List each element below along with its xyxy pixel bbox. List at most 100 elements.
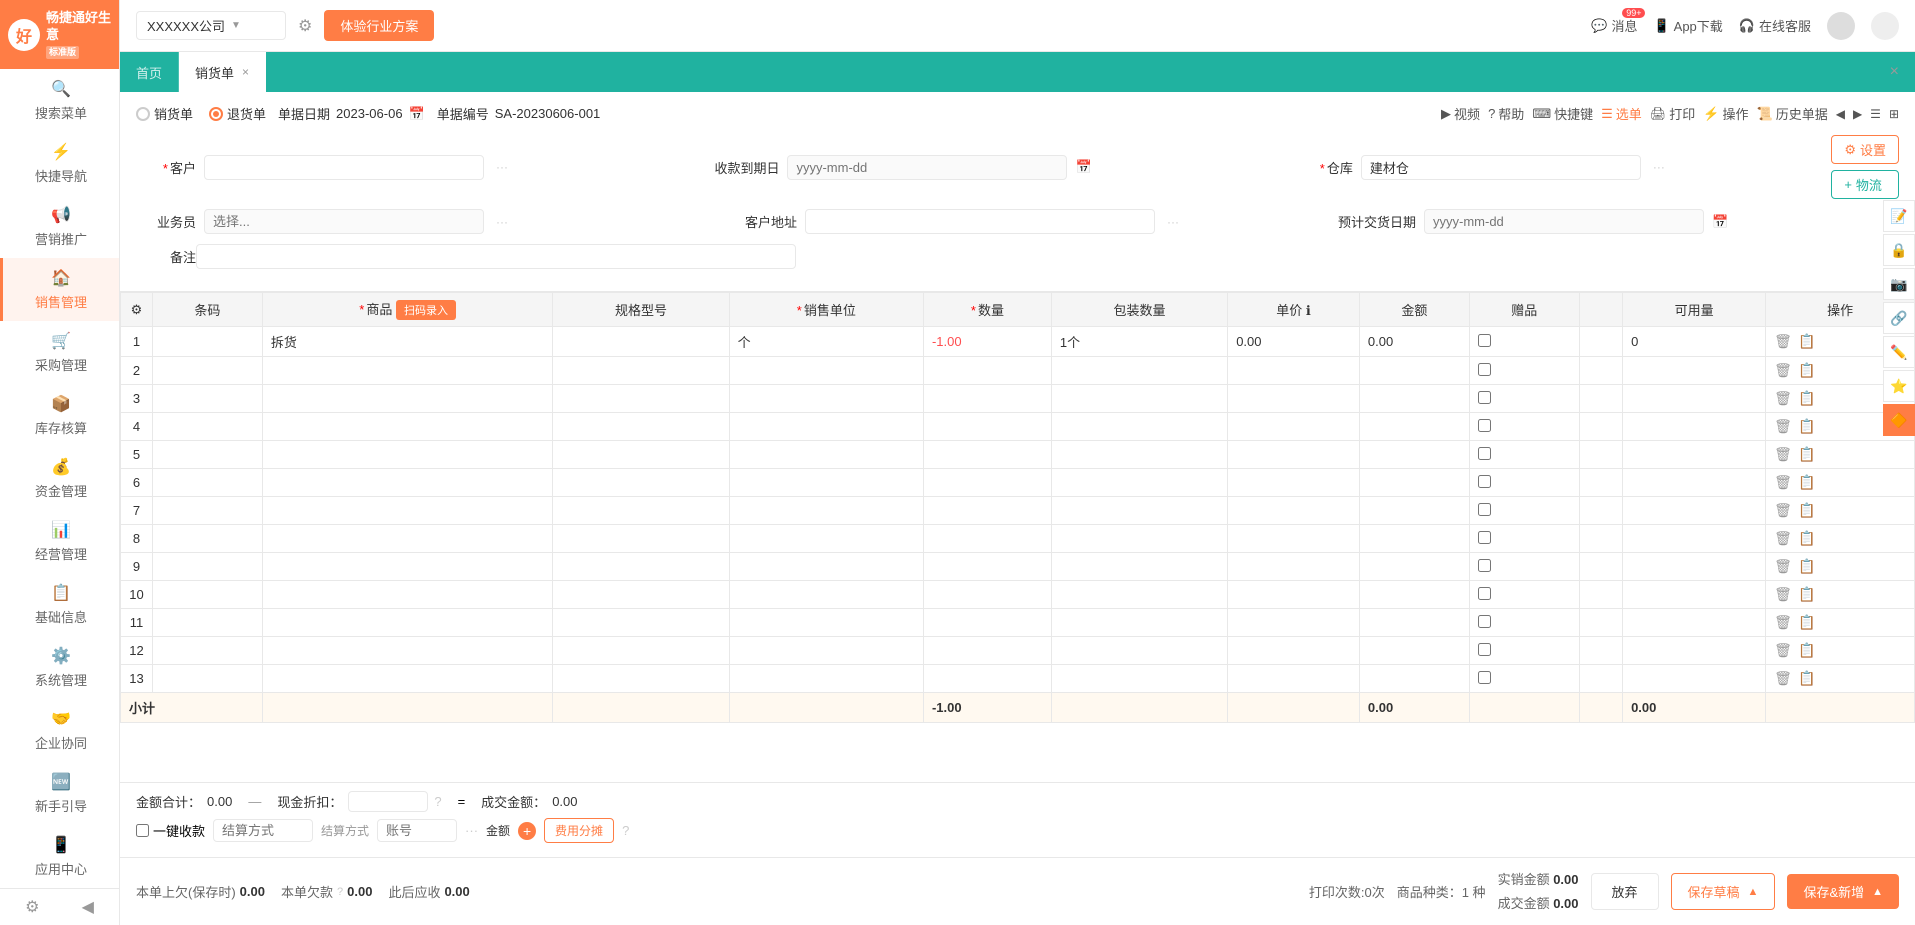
delete-row-icon[interactable]: 🗑 xyxy=(1774,418,1792,435)
add-payment-button[interactable]: + xyxy=(518,822,536,840)
message-button[interactable]: 💬 消息 99+ xyxy=(1591,16,1637,35)
copy-row-icon[interactable]: 📋 xyxy=(1798,586,1815,603)
sidebar-item-operations[interactable]: 📊 经营管理 xyxy=(0,510,119,573)
delete-row-icon[interactable]: 🗑 xyxy=(1774,614,1792,631)
one-click-pay-check[interactable] xyxy=(136,824,149,837)
sidebar-item-apps[interactable]: 📱 应用中心 xyxy=(0,825,119,888)
setting-button[interactable]: ⚙ 设置 xyxy=(1831,135,1899,164)
print-btn[interactable]: 🖨 打印 xyxy=(1650,104,1696,123)
float-note-btn[interactable]: 📝 xyxy=(1883,200,1915,232)
salesperson-input[interactable] xyxy=(204,209,484,234)
delete-row-icon[interactable]: 🗑 xyxy=(1774,530,1792,547)
save-new-button[interactable]: 保存&新增 ▲ xyxy=(1787,874,1899,909)
one-click-pay-checkbox[interactable]: 一键收款 xyxy=(136,821,205,840)
delete-row-icon[interactable]: 🗑 xyxy=(1774,642,1792,659)
float-star-btn[interactable]: ⭐ xyxy=(1883,370,1915,402)
expected-date-input[interactable] xyxy=(1424,209,1704,234)
customer-more-btn[interactable]: ··· xyxy=(496,160,508,174)
delete-row-icon[interactable]: 🗑 xyxy=(1774,502,1792,519)
calc-method-input[interactable] xyxy=(213,819,313,842)
warehouse-more-btn[interactable]: ··· xyxy=(1653,160,1665,174)
trial-button[interactable]: 体验行业方案 xyxy=(324,10,434,41)
delete-row-icon[interactable]: 🗑 xyxy=(1774,586,1792,603)
scan-button[interactable]: 扫码录入 xyxy=(396,300,456,320)
history-btn[interactable]: 📜 历史单据 xyxy=(1757,104,1828,123)
online-service-link[interactable]: 🎧 在线客服 xyxy=(1739,16,1811,35)
delete-row-icon[interactable]: 🗑 xyxy=(1774,446,1792,463)
copy-row-icon[interactable]: 📋 xyxy=(1798,418,1815,435)
sidebar-item-search[interactable]: 🔍 搜索菜单 xyxy=(0,69,119,132)
shortcut-btn[interactable]: ⌨ 快捷键 xyxy=(1532,104,1593,123)
select-btn[interactable]: ☰ 选单 xyxy=(1601,104,1642,123)
discount-input[interactable] xyxy=(348,791,428,812)
account-input[interactable] xyxy=(377,819,457,842)
customer-addr-input[interactable] xyxy=(805,209,1155,234)
tab-close-icon[interactable]: × xyxy=(242,65,249,79)
sidebar-item-finance[interactable]: 💰 资金管理 xyxy=(0,447,119,510)
due-date-input[interactable] xyxy=(787,155,1067,180)
delete-row-icon[interactable]: 🗑 xyxy=(1774,333,1792,350)
settings-icon[interactable]: ⚙ xyxy=(25,897,39,917)
list-view-btn[interactable]: ☰ xyxy=(1870,107,1881,121)
sidebar-item-inventory[interactable]: 📦 库存核算 xyxy=(0,384,119,447)
copy-row-icon[interactable]: 📋 xyxy=(1798,446,1815,463)
fee-split-button[interactable]: 费用分摊 xyxy=(544,818,614,843)
tab-home[interactable]: 首页 xyxy=(120,52,179,92)
video-btn[interactable]: ▶ 视频 xyxy=(1441,104,1480,123)
sidebar-item-guide[interactable]: 🆕 新手引导 xyxy=(0,762,119,825)
sidebar-item-basic[interactable]: 📋 基础信息 xyxy=(0,573,119,636)
sidebar-item-quick-nav[interactable]: ⚡ 快捷导航 xyxy=(0,132,119,195)
radio-return-order[interactable]: 退货单 xyxy=(209,104,266,123)
copy-row-icon[interactable]: 📋 xyxy=(1798,530,1815,547)
tab-sales-order[interactable]: 销货单 × xyxy=(179,52,266,92)
delete-row-icon[interactable]: 🗑 xyxy=(1774,362,1792,379)
user-avatar[interactable] xyxy=(1827,12,1855,40)
salesperson-more-btn[interactable]: ··· xyxy=(496,215,508,229)
delete-row-icon[interactable]: 🗑 xyxy=(1774,390,1792,407)
company-selector[interactable]: XXXXXX公司 ▼ xyxy=(136,11,286,40)
float-link-btn[interactable]: 🔗 xyxy=(1883,302,1915,334)
collapse-icon[interactable]: ◀ xyxy=(82,897,94,917)
user-avatar-2[interactable] xyxy=(1871,12,1899,40)
sidebar-item-sales[interactable]: 🏠 销售管理 xyxy=(0,258,119,321)
prev-record-btn[interactable]: ◀ xyxy=(1836,107,1845,121)
save-draft-button[interactable]: 保存草稿 ▲ xyxy=(1671,873,1776,910)
copy-row-icon[interactable]: 📋 xyxy=(1798,333,1815,350)
copy-row-icon[interactable]: 📋 xyxy=(1798,558,1815,575)
delete-row-icon[interactable]: 🗑 xyxy=(1774,558,1792,575)
sidebar-item-purchase[interactable]: 🛒 采购管理 xyxy=(0,321,119,384)
float-lock-btn[interactable]: 🔒 xyxy=(1883,234,1915,266)
sidebar-item-marketing[interactable]: 📢 营销推广 xyxy=(0,195,119,258)
app-download-link[interactable]: 📱 App下载 xyxy=(1653,16,1722,35)
copy-row-icon[interactable]: 📋 xyxy=(1798,502,1815,519)
copy-row-icon[interactable]: 📋 xyxy=(1798,390,1815,407)
due-date-calendar-icon[interactable]: 📅 xyxy=(1075,159,1091,175)
help-btn[interactable]: ? 帮助 xyxy=(1488,104,1524,123)
float-edit-btn[interactable]: ✏️ xyxy=(1883,336,1915,368)
copy-row-icon[interactable]: 📋 xyxy=(1798,642,1815,659)
delete-row-icon[interactable]: 🗑 xyxy=(1774,670,1792,687)
float-camera-btn[interactable]: 📷 xyxy=(1883,268,1915,300)
expected-date-calendar-icon[interactable]: 📅 xyxy=(1712,214,1728,230)
warehouse-input[interactable] xyxy=(1361,155,1641,180)
abandon-button[interactable]: 放弃 xyxy=(1591,873,1659,910)
float-orange-btn[interactable]: 🔶 xyxy=(1883,404,1915,436)
date-calendar-icon[interactable]: 📅 xyxy=(409,106,425,122)
copy-row-icon[interactable]: 📋 xyxy=(1798,614,1815,631)
topbar-gear-icon[interactable]: ⚙ xyxy=(298,16,312,36)
delete-row-icon[interactable]: 🗑 xyxy=(1774,474,1792,491)
copy-row-icon[interactable]: 📋 xyxy=(1798,474,1815,491)
sidebar-item-collab[interactable]: 🤝 企业协同 xyxy=(0,699,119,762)
remarks-input[interactable] xyxy=(196,244,796,269)
customer-input[interactable] xyxy=(204,155,484,180)
copy-row-icon[interactable]: 📋 xyxy=(1798,670,1815,687)
window-close-icon[interactable]: × xyxy=(1874,63,1915,81)
copy-row-icon[interactable]: 📋 xyxy=(1798,362,1815,379)
radio-sales-order[interactable]: 销货单 xyxy=(136,104,193,123)
next-record-btn[interactable]: ▶ xyxy=(1853,107,1862,121)
sidebar-item-system[interactable]: ⚙️ 系统管理 xyxy=(0,636,119,699)
logistics-button[interactable]: + 物流 xyxy=(1831,170,1899,199)
addr-more-btn[interactable]: ··· xyxy=(1167,215,1179,229)
grid-view-btn[interactable]: ⊞ xyxy=(1889,107,1899,121)
operation-btn[interactable]: ⚡ 操作 xyxy=(1703,104,1748,123)
